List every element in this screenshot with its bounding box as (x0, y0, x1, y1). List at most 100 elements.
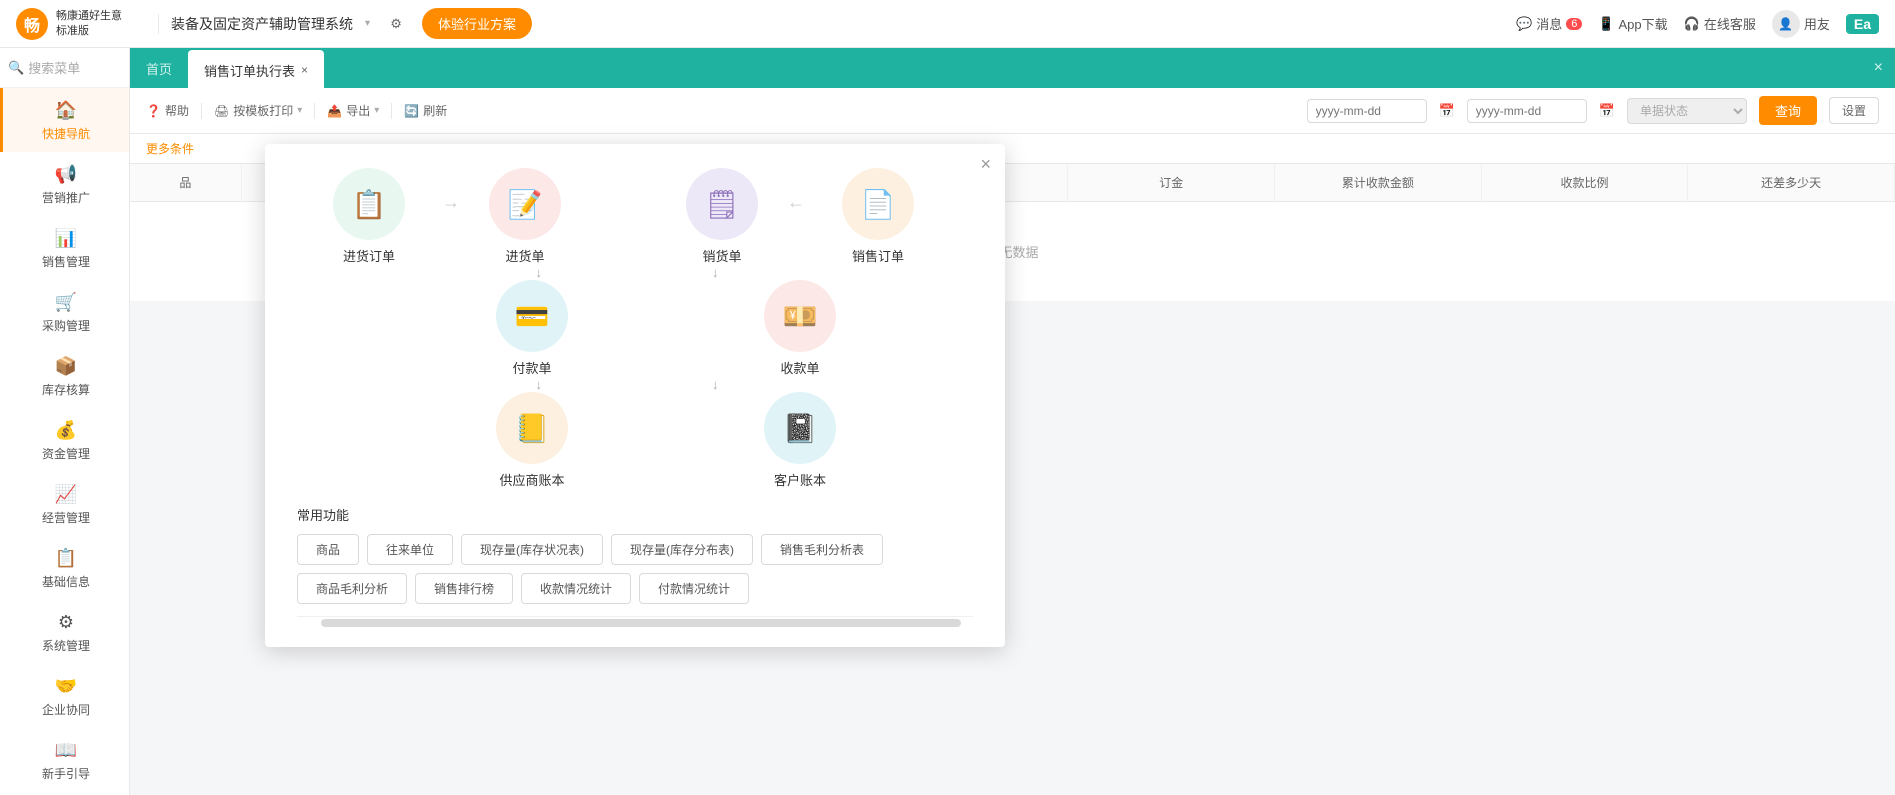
tab-sales-order-execution[interactable]: 销售订单执行表 × (188, 50, 324, 90)
receipt-circle: 💴 (764, 280, 836, 352)
func-btn-receipt-stat[interactable]: 收款情况统计 (521, 573, 631, 604)
func-btn-product[interactable]: 商品 (297, 534, 359, 565)
headset-icon: 🎧 (1684, 16, 1700, 32)
sidebar-item-newbie[interactable]: 📖 新手引导 (0, 728, 129, 792)
app-download-button[interactable]: 📱 App下载 (1598, 14, 1667, 33)
purchase-order-circle: 📋 (333, 168, 405, 240)
message-icon: 💬 (1516, 16, 1532, 32)
content-area: 首页 销售订单执行表 × × ❓ 帮助 🖨 (130, 48, 1895, 795)
flow-node-sale-order[interactable]: 📄 销售订单 (813, 168, 943, 265)
query-button[interactable]: 查询 (1759, 96, 1817, 125)
flow-row-1: 📋 进货订单 → 📝 进货单 (304, 168, 590, 265)
sidebar-item-basicinfo[interactable]: 📋 基础信息 (0, 536, 129, 600)
flow-node-purchase-bill[interactable]: 📝 进货单 (460, 168, 590, 265)
func-btn-product-profit[interactable]: 商品毛利分析 (297, 573, 407, 604)
main-area: 🔍 搜索菜单 🏠 快捷导航 📢 营销推广 📊 销售管理 🛒 采购管理 (0, 48, 1895, 795)
sidebar-item-operations[interactable]: 📈 经营管理 (0, 472, 129, 536)
sidebar-item-marketing[interactable]: 📢 营销推广 (0, 152, 129, 216)
sidebar-item-system[interactable]: ⚙ 系统管理 (0, 600, 129, 664)
receipt-label: 收款单 (780, 358, 819, 377)
search-label: 搜索菜单 (28, 58, 80, 77)
flow-row-1-right: 🗒 销货单 ← 📄 销售订单 (657, 168, 943, 265)
online-service-button[interactable]: 🎧 在线客服 (1684, 14, 1756, 33)
print-button[interactable]: 🖨 按模板打印 ▾ (214, 102, 302, 119)
system-icon: ⚙ (58, 612, 74, 633)
calendar-icon[interactable]: 📅 (1439, 103, 1455, 119)
message-button[interactable]: 💬 消息 6 (1516, 14, 1582, 33)
dropdown-arrow[interactable]: ▾ (365, 18, 370, 29)
help-button[interactable]: ❓ 帮助 (146, 102, 189, 119)
func-btn-sales-profit[interactable]: 销售毛利分析表 (761, 534, 883, 565)
tab-home[interactable]: 首页 (130, 48, 188, 88)
sidebar-label-inventory: 库存核算 (42, 381, 90, 398)
sale-bill-circle: 🗒 (686, 168, 758, 240)
sidebar-label-collab: 企业协同 (42, 701, 90, 718)
user-label: 用友 (1804, 14, 1830, 33)
tab-bar: 首页 销售订单执行表 × × (130, 48, 1895, 88)
flow-node-receipt[interactable]: 💴 收款单 (735, 280, 865, 377)
flow-node-customer-ledger[interactable]: 📓 客户账本 (735, 392, 865, 489)
operations-icon: 📈 (55, 484, 77, 505)
help-icon: ❓ (146, 104, 161, 118)
export-dropdown-icon[interactable]: ▾ (374, 105, 379, 116)
flow-row-3-left: 📒 供应商账本 (297, 392, 597, 489)
logo-icon: 畅 (16, 8, 48, 40)
supplier-ledger-circle: 📒 (496, 392, 568, 464)
print-dropdown-icon[interactable]: ▾ (297, 105, 302, 116)
sidebar-item-quicknav[interactable]: 🏠 快捷导航 (0, 88, 129, 152)
flow-node-sale-bill[interactable]: 🗒 销货单 (657, 168, 787, 265)
ea-badge: Ea (1846, 14, 1879, 34)
flow-node-payment[interactable]: 💳 付款单 (467, 280, 597, 377)
toolbar-sep-3 (391, 103, 392, 119)
date-input-end[interactable] (1467, 99, 1587, 123)
flow-row-3-right: 📓 客户账本 (735, 392, 865, 489)
purchase-bill-circle: 📝 (489, 168, 561, 240)
more-conditions-label[interactable]: 更多条件 (146, 142, 194, 156)
sidebar-label-basicinfo: 基础信息 (42, 573, 90, 590)
date-input-start[interactable] (1307, 99, 1427, 123)
flow-arrow-down-1: ↓ (297, 265, 597, 280)
flow-arrow-h-2: ← (787, 192, 813, 241)
app-download-icon: 📱 (1598, 16, 1614, 32)
tab-active-label: 销售订单执行表 (204, 61, 295, 80)
try-button[interactable]: 体验行业方案 (422, 8, 532, 39)
dialog-scrollbar[interactable] (297, 616, 973, 631)
toolbar-sep-1 (201, 103, 202, 119)
sidebar-item-finance[interactable]: 💰 资金管理 (0, 408, 129, 472)
newbie-icon: 📖 (55, 740, 77, 761)
th-receipt-ratio: 收款比例 (1482, 164, 1689, 201)
func-btn-sales-rank[interactable]: 销售排行榜 (415, 573, 513, 604)
sidebar-item-collab[interactable]: 🤝 企业协同 (0, 664, 129, 728)
func-btn-stock-dist[interactable]: 现存量(库存分布表) (611, 534, 753, 565)
main-close-icon[interactable]: × (1874, 59, 1883, 77)
tab-close-icon[interactable]: × (301, 63, 308, 77)
sidebar-item-purchase[interactable]: 🛒 采购管理 (0, 280, 129, 344)
flow-arrow-h-1: → (434, 192, 460, 241)
toolbar: ❓ 帮助 🖨 按模板打印 ▾ 📤 导出 ▾ (130, 88, 1895, 134)
settings-icon[interactable]: ⚙ (382, 10, 410, 38)
sidebar-search[interactable]: 🔍 搜索菜单 (0, 48, 129, 88)
flow-node-purchase-order[interactable]: 📋 进货订单 (304, 168, 434, 265)
user-area[interactable]: 👤 用友 (1772, 10, 1830, 38)
sidebar-item-sales[interactable]: 📊 销售管理 (0, 216, 129, 280)
th-total-received: 累计收款金额 (1275, 164, 1482, 201)
sidebar-label-operations: 经营管理 (42, 509, 90, 526)
calendar-icon-2[interactable]: 📅 (1599, 103, 1615, 119)
export-button[interactable]: 📤 导出 ▾ (327, 102, 379, 119)
sidebar-label-sales: 销售管理 (42, 253, 90, 270)
func-btn-stock-status[interactable]: 现存量(库存状况表) (461, 534, 603, 565)
sidebar-item-inventory[interactable]: 📦 库存核算 (0, 344, 129, 408)
inventory-icon: 📦 (55, 356, 77, 377)
refresh-button[interactable]: 🔄 刷新 (404, 102, 447, 119)
th-product-short: 品 (130, 164, 242, 201)
func-btn-customer-vendor[interactable]: 往来单位 (367, 534, 453, 565)
th-days-remaining: 还差多少天 (1688, 164, 1895, 201)
help-label: 帮助 (165, 102, 189, 119)
dialog-close-button[interactable]: × (980, 154, 991, 175)
scroll-thumb[interactable] (321, 619, 961, 627)
logo-line1: 畅康通好生意 (56, 9, 122, 23)
status-select[interactable]: 单据状态 (1627, 98, 1747, 124)
set-button[interactable]: 设置 (1829, 97, 1879, 124)
flow-node-supplier-ledger[interactable]: 📒 供应商账本 (467, 392, 597, 489)
func-btn-payment-stat[interactable]: 付款情况统计 (639, 573, 749, 604)
